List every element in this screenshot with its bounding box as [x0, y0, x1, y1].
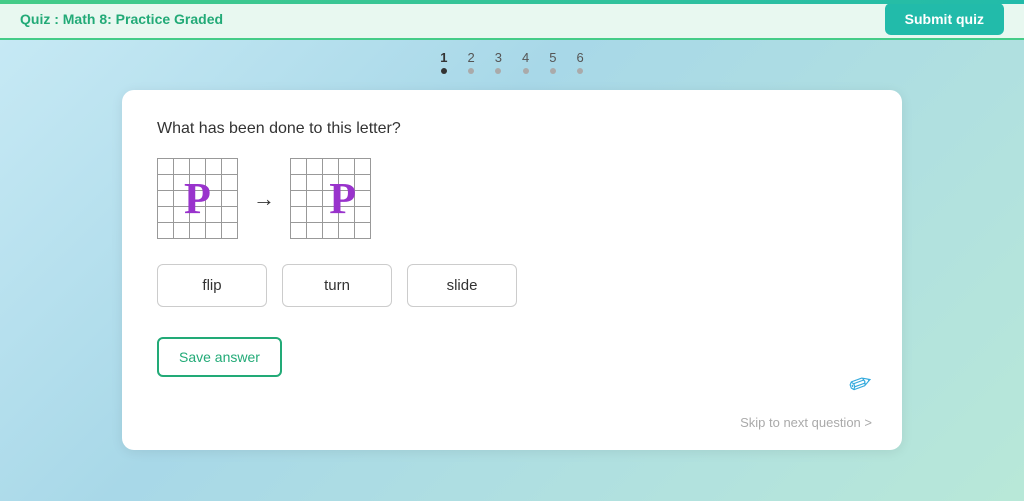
- question-dot-3: [495, 68, 501, 74]
- question-dot-1: [441, 68, 447, 74]
- options-row: flip turn slide: [157, 264, 867, 307]
- arrow-icon: →: [253, 186, 275, 212]
- question-nav-item-6[interactable]: 6: [576, 50, 583, 74]
- letter-p-left: P: [184, 177, 211, 221]
- question-nav-item-4[interactable]: 4: [522, 50, 529, 74]
- question-text: What has been done to this letter?: [157, 120, 867, 138]
- letter-p-right: P: [329, 177, 356, 221]
- option-turn[interactable]: turn: [282, 264, 392, 307]
- green-strip: [0, 0, 1024, 4]
- save-answer-button[interactable]: Save answer: [157, 337, 282, 377]
- main-content: What has been done to this letter? P →: [0, 80, 1024, 460]
- question-nav-item-1[interactable]: 1: [440, 50, 447, 74]
- question-nav: 1 2 3 4 5 6: [0, 40, 1024, 80]
- quiz-title: Quiz : Math 8: Practice Graded: [20, 11, 223, 27]
- question-dot-5: [550, 68, 556, 74]
- question-dot-2: [468, 68, 474, 74]
- right-grid-container: P: [290, 158, 371, 239]
- question-nav-item-2[interactable]: 2: [468, 50, 475, 74]
- top-bar: Quiz : Math 8: Practice Graded Submit qu…: [0, 0, 1024, 40]
- question-nav-item-3[interactable]: 3: [495, 50, 502, 74]
- option-flip[interactable]: flip: [157, 264, 267, 307]
- submit-quiz-button[interactable]: Submit quiz: [885, 3, 1004, 35]
- option-slide[interactable]: slide: [407, 264, 517, 307]
- letter-demo: P → P: [157, 158, 867, 239]
- left-grid-container: P: [157, 158, 238, 239]
- question-dot-4: [523, 68, 529, 74]
- question-nav-item-5[interactable]: 5: [549, 50, 556, 74]
- question-card: What has been done to this letter? P →: [122, 90, 902, 450]
- pencil-icon: ✏: [844, 364, 877, 403]
- skip-question-link[interactable]: Skip to next question >: [740, 415, 872, 430]
- question-dot-6: [577, 68, 583, 74]
